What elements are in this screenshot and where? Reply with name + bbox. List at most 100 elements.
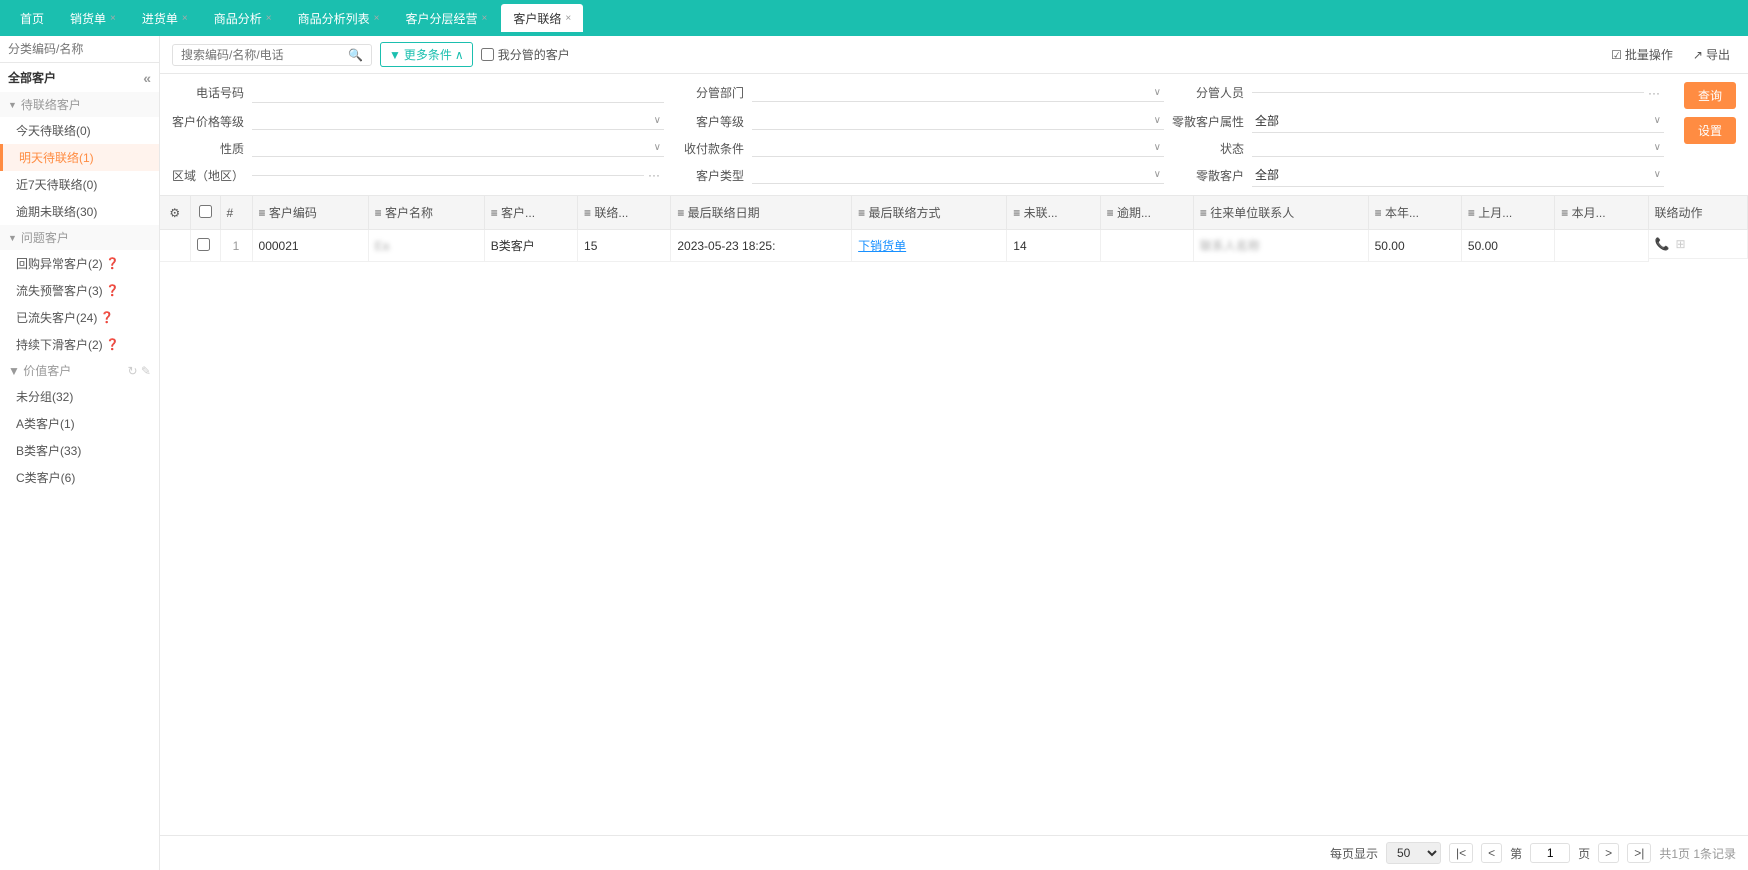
- page-number-input[interactable]: [1530, 843, 1570, 863]
- nav-purchase-order[interactable]: 进货单 ×: [130, 4, 200, 32]
- row-checkbox[interactable]: [197, 238, 210, 251]
- nav-home[interactable]: 首页: [8, 4, 56, 32]
- chevron-down-icon: ∨: [654, 142, 661, 153]
- filter-select-dept[interactable]: ∨: [752, 84, 1164, 102]
- cell-not-contacted: 14: [1007, 230, 1100, 262]
- filter-dots-region[interactable]: ···: [644, 168, 664, 182]
- query-button[interactable]: 查询: [1684, 82, 1736, 109]
- close-icon[interactable]: ×: [110, 13, 116, 24]
- page-last-button[interactable]: >|: [1627, 843, 1651, 863]
- help-icon: ❓: [106, 284, 120, 297]
- sidebar-item-class-b[interactable]: B类客户(33): [0, 437, 159, 464]
- sidebar-item-overdue[interactable]: 逾期未联络(30): [0, 198, 159, 225]
- nav-product-analysis-list[interactable]: 商品分析列表 ×: [286, 4, 392, 32]
- filter-row-4: 区域（地区） ··· 客户类型 ∨ 零散客户: [172, 163, 1664, 187]
- table-row: 1 000021 Ea B类客户 15 2023-05-23 18:25: 下销…: [160, 230, 1748, 262]
- filter-select-customer-level[interactable]: ∨: [752, 112, 1164, 130]
- col-gear[interactable]: ⚙: [160, 196, 190, 230]
- cell-name: Ea: [368, 230, 484, 262]
- col-check[interactable]: [190, 196, 220, 230]
- chevron-down-icon: ∨: [654, 115, 661, 126]
- filter-dots-person[interactable]: ···: [1644, 86, 1664, 100]
- col-type[interactable]: ≡ 客户...: [484, 196, 577, 230]
- col-overdue[interactable]: ≡ 逾期...: [1100, 196, 1193, 230]
- cell-this-year: 50.00: [1368, 230, 1461, 262]
- per-page-label: 每页显示: [1330, 845, 1378, 862]
- batch-operations-button[interactable]: ☑ 批量操作: [1605, 43, 1679, 66]
- cell-contact-count: 15: [578, 230, 671, 262]
- select-all-checkbox[interactable]: [199, 205, 212, 218]
- sidebar-item-churned[interactable]: 已流失客户(24) ❓: [0, 304, 159, 331]
- sidebar-item-7days[interactable]: 近7天待联络(0): [0, 171, 159, 198]
- filter-select-retail-attr[interactable]: 全部 ∨: [1252, 109, 1664, 133]
- settings-button[interactable]: 设置: [1684, 117, 1736, 144]
- col-last-contact-date[interactable]: ≡ 最后联络日期: [671, 196, 852, 230]
- sidebar-item-today[interactable]: 今天待联络(0): [0, 117, 159, 144]
- my-customers-filter[interactable]: 我分管的客户: [481, 46, 570, 63]
- col-this-year[interactable]: ≡ 本年...: [1368, 196, 1461, 230]
- all-customers-header[interactable]: 全部客户 «: [0, 63, 159, 92]
- total-info: 共1页 1条记录: [1659, 845, 1736, 862]
- filter-select-price-level[interactable]: ∨: [252, 112, 664, 130]
- col-last-month[interactable]: ≡ 上月...: [1461, 196, 1554, 230]
- cell-last-contact-date: 2023-05-23 18:25:: [671, 230, 852, 262]
- close-icon[interactable]: ×: [565, 13, 571, 24]
- col-not-contacted[interactable]: ≡ 未联...: [1007, 196, 1100, 230]
- nav-sales-order[interactable]: 销货单 ×: [58, 4, 128, 32]
- close-icon[interactable]: ×: [266, 13, 272, 24]
- filter-select-payment[interactable]: ∨: [752, 139, 1164, 157]
- filter-select-status[interactable]: ∨: [1252, 139, 1664, 157]
- col-this-month[interactable]: ≡ 本月...: [1555, 196, 1648, 230]
- cell-last-contact-method[interactable]: 下销货单: [852, 230, 1007, 262]
- page-next-button[interactable]: >: [1598, 843, 1619, 863]
- col-num: #: [220, 196, 252, 230]
- sidebar-search-input[interactable]: [8, 42, 160, 56]
- col-unit-contact[interactable]: ≡ 往来单位联系人: [1193, 196, 1368, 230]
- search-input[interactable]: [181, 48, 348, 62]
- sidebar-item-class-a[interactable]: A类客户(1): [0, 410, 159, 437]
- help-icon: ❓: [106, 257, 120, 270]
- my-customers-checkbox[interactable]: [481, 48, 494, 61]
- cell-overdue: [1100, 230, 1193, 262]
- col-contact-count[interactable]: ≡ 联络...: [578, 196, 671, 230]
- cell-action[interactable]: 📞 ⊞: [1649, 230, 1748, 259]
- cell-gear: [160, 230, 190, 262]
- search-icon[interactable]: 🔍: [348, 48, 363, 62]
- filter-row-1: 电话号码 分管部门 ∨ 分管人员: [172, 82, 1664, 103]
- more-conditions-button[interactable]: ▼ 更多条件 ∧: [380, 42, 473, 67]
- close-icon[interactable]: ×: [182, 13, 188, 24]
- action-grid-icon[interactable]: ⊞: [1676, 237, 1686, 251]
- cell-check[interactable]: [190, 230, 220, 262]
- filter-select-customer-type[interactable]: ∨: [752, 166, 1164, 184]
- page-first-button[interactable]: |<: [1449, 843, 1473, 863]
- page-prev-button[interactable]: <: [1481, 843, 1502, 863]
- sidebar-item-declining[interactable]: 持续下滑客户(2) ❓: [0, 331, 159, 358]
- sidebar-item-churn-warning[interactable]: 流失预警客户(3) ❓: [0, 277, 159, 304]
- export-button[interactable]: ↗ 导出: [1687, 43, 1736, 66]
- per-page-select[interactable]: 50 100 200: [1386, 842, 1441, 864]
- action-phone-icon[interactable]: 📞: [1655, 237, 1670, 251]
- export-icon: ↗: [1693, 48, 1703, 62]
- filter-select-retail[interactable]: 全部 ∨: [1252, 163, 1664, 187]
- nav-customer-tier[interactable]: 客户分层经营 ×: [393, 4, 499, 32]
- group-problem-customers: 问题客户: [0, 225, 159, 250]
- close-icon[interactable]: ×: [481, 13, 487, 24]
- sidebar-item-abnormal-repurchase[interactable]: 回购异常客户(2) ❓: [0, 250, 159, 277]
- col-last-contact-method[interactable]: ≡ 最后联络方式: [852, 196, 1007, 230]
- sidebar-item-class-c[interactable]: C类客户(6): [0, 464, 159, 491]
- filter-input-phone[interactable]: [252, 82, 664, 103]
- sidebar-item-ungrouped[interactable]: 未分组(32): [0, 383, 159, 410]
- col-code[interactable]: ≡ 客户编码: [252, 196, 368, 230]
- nav-customer-contact[interactable]: 客户联络 ×: [501, 4, 583, 32]
- sidebar-item-tomorrow[interactable]: 明天待联络(1): [0, 144, 159, 171]
- cell-this-month: [1555, 230, 1648, 262]
- filter-action-buttons: 查询 设置: [1684, 82, 1736, 187]
- collapse-icon[interactable]: «: [143, 70, 151, 86]
- cell-type: B类客户: [484, 230, 577, 262]
- col-action: 联络动作: [1648, 196, 1747, 230]
- close-icon[interactable]: ×: [374, 13, 380, 24]
- nav-product-analysis[interactable]: 商品分析 ×: [202, 4, 284, 32]
- filter-bar: 🔍 ▼ 更多条件 ∧ 我分管的客户 ☑ 批量操作 ↗ 导出: [160, 36, 1748, 74]
- filter-select-nature[interactable]: ∨: [252, 139, 664, 157]
- col-name[interactable]: ≡ 客户名称: [368, 196, 484, 230]
